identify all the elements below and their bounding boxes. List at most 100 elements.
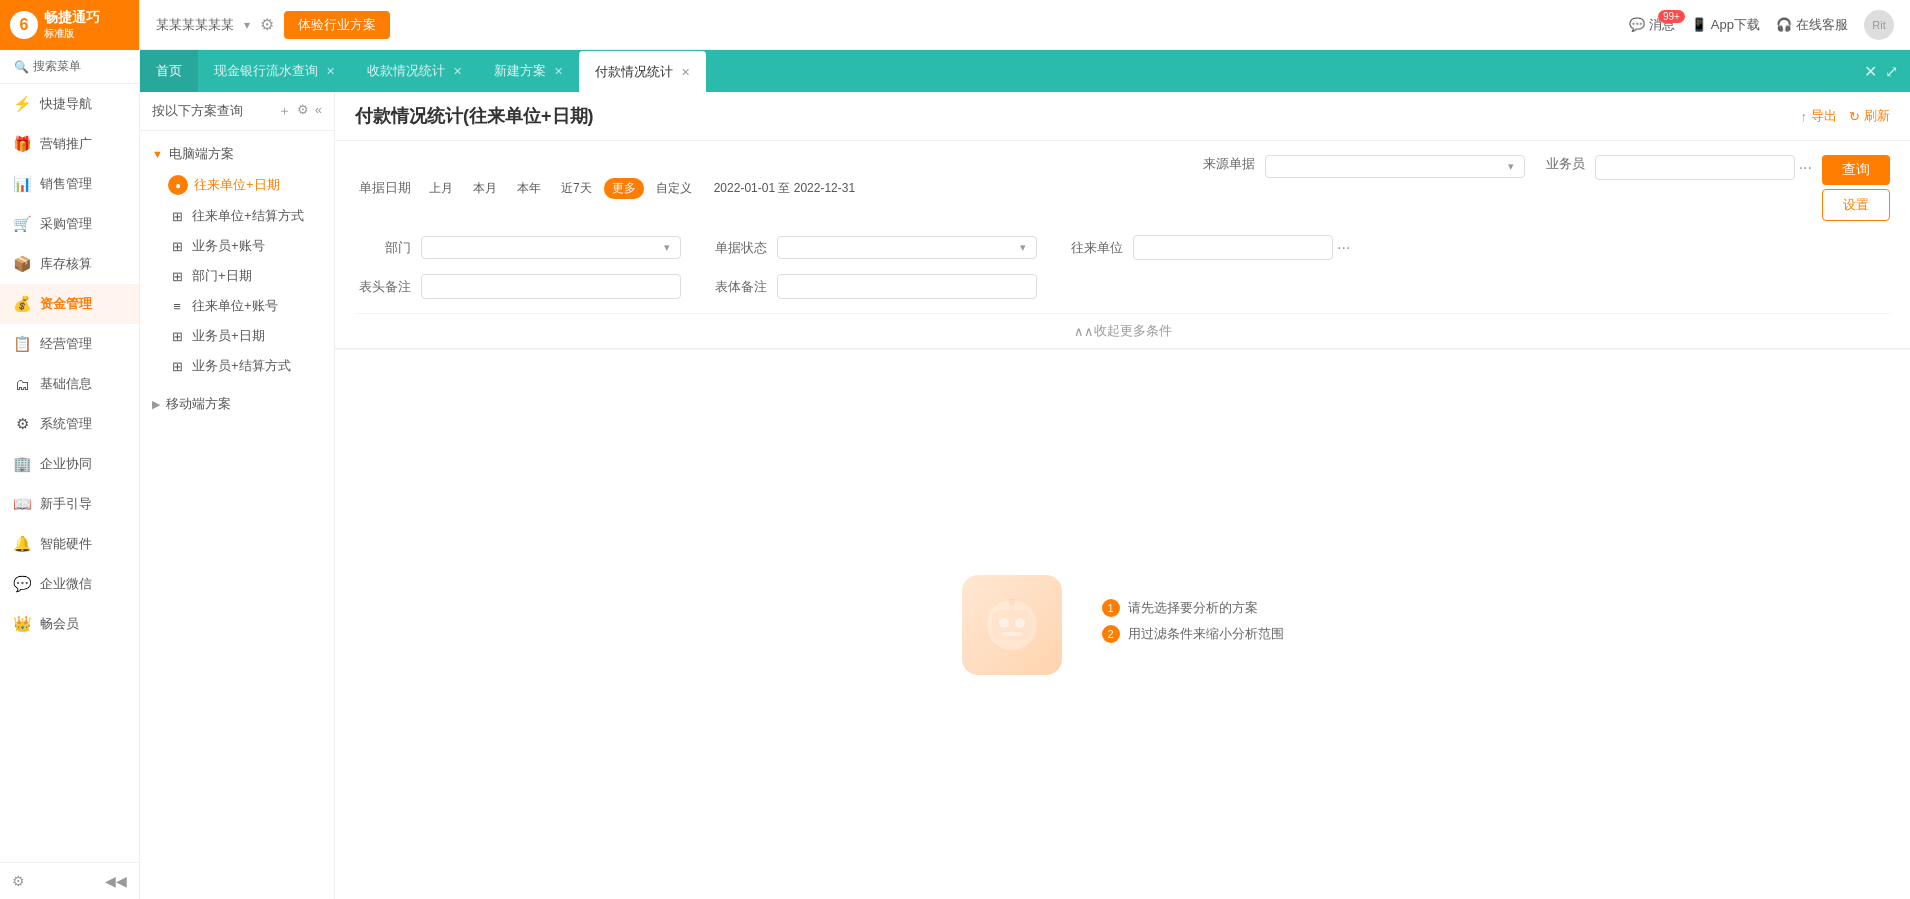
sidebar-item-operation[interactable]: 📋 经营管理 — [0, 324, 139, 364]
query-settings-group: 查询 设置 — [1822, 155, 1890, 221]
tree-item-partner-account[interactable]: ≡ 往来单位+账号 — [140, 291, 334, 321]
refresh-icon: ↻ — [1849, 109, 1860, 124]
tree-item-staff-account[interactable]: ⊞ 业务员+账号 — [140, 231, 334, 261]
sidebar-item-vip[interactable]: 👑 畅会员 — [0, 604, 139, 644]
sidebar-item-newbie[interactable]: 📖 新手引导 — [0, 484, 139, 524]
tree-item-staff-date[interactable]: ⊞ 业务员+日期 — [140, 321, 334, 351]
sidebar-item-inventory[interactable]: 📦 库存核算 — [0, 244, 139, 284]
sidebar-item-label: 新手引导 — [40, 495, 92, 513]
tree-item-dept-date[interactable]: ⊞ 部门+日期 — [140, 261, 334, 291]
tree-item-label: 业务员+账号 — [192, 237, 265, 255]
date-range-text: 2022-01-01 至 2022-12-31 — [714, 180, 855, 197]
company-dropdown-arrow[interactable]: ▾ — [244, 18, 250, 32]
tab-bank-flow[interactable]: 现金银行流水查询 ✕ — [198, 50, 351, 92]
message-btn[interactable]: 💬 消息 99+ — [1629, 16, 1675, 34]
sidebar-item-sales[interactable]: 📊 销售管理 — [0, 164, 139, 204]
doc-status-filter-label: 单据状态 — [711, 239, 767, 257]
tab-new-plan-close[interactable]: ✕ — [554, 65, 563, 78]
date-tab-this-year[interactable]: 本年 — [509, 178, 549, 199]
company-name: 某某某某某某 — [156, 16, 234, 34]
refresh-btn[interactable]: ↻ 刷新 — [1849, 107, 1890, 125]
plan-settings-icon[interactable]: ⚙ — [297, 102, 309, 120]
tab-payment-stat-close[interactable]: ✕ — [453, 65, 462, 78]
tab-new-plan-label: 新建方案 — [494, 62, 546, 80]
sidebar-collapse-btn[interactable]: ◀◀ — [105, 873, 127, 889]
empty-hints: 1 请先选择要分析的方案 2 用过滤条件来缩小分析范围 — [1102, 599, 1284, 651]
collapse-panel-icon[interactable]: « — [315, 102, 322, 120]
sidebar-item-weixin[interactable]: 💬 企业微信 — [0, 564, 139, 604]
online-service-btn[interactable]: 🎧 在线客服 — [1776, 16, 1848, 34]
query-button[interactable]: 查询 — [1822, 155, 1890, 185]
collapse-sidebar-icon: ◀◀ — [105, 873, 127, 889]
sidebar-item-capital[interactable]: 💰 资金管理 — [0, 284, 139, 324]
robot-svg — [982, 595, 1042, 655]
left-panel-title: 按以下方案查询 — [152, 102, 272, 120]
fullscreen-icon[interactable]: ⤢ — [1885, 62, 1898, 81]
collapse-filter-label: 收起更多条件 — [1094, 322, 1172, 340]
tree-item-partner-date[interactable]: ● 往来单位+日期 — [140, 169, 334, 201]
tab-pay-stat-close[interactable]: ✕ — [681, 66, 690, 79]
left-panel: 按以下方案查询 ＋ ⚙ « ▼ 电脑端方案 ● 往来单位+日期 ⊞ — [140, 92, 335, 899]
partner-input[interactable] — [1133, 235, 1333, 260]
date-tab-custom[interactable]: 自定义 — [648, 178, 700, 199]
sidebar-item-company-coop[interactable]: 🏢 企业协同 — [0, 444, 139, 484]
dept-select[interactable]: ▾ — [421, 236, 681, 259]
header-note-input[interactable] — [421, 274, 681, 299]
tree-item-partner-settle[interactable]: ⊞ 往来单位+结算方式 — [140, 201, 334, 231]
logo-title: 畅捷通巧 — [44, 9, 100, 27]
date-filter-label: 单据日期 — [355, 179, 411, 197]
date-tab-this-month[interactable]: 本月 — [465, 178, 505, 199]
settings-gear-icon: ⚙ — [12, 873, 25, 889]
date-tab-last-month[interactable]: 上月 — [421, 178, 461, 199]
filter-row-3: 表头备注 表体备注 — [355, 274, 1890, 299]
trial-btn[interactable]: 体验行业方案 — [284, 11, 390, 39]
table-icon-3: ⊞ — [168, 267, 186, 285]
partner-dots-btn[interactable]: ··· — [1337, 239, 1350, 257]
sidebar-item-smart-hw[interactable]: 🔔 智能硬件 — [0, 524, 139, 564]
sidebar-item-system[interactable]: ⚙ 系统管理 — [0, 404, 139, 444]
date-tab-more[interactable]: 更多 — [604, 178, 644, 199]
date-tab-7days[interactable]: 近7天 — [553, 178, 600, 199]
tree-item-label: 往来单位+结算方式 — [192, 207, 304, 225]
sidebar-item-marketing[interactable]: 🎁 营销推广 — [0, 124, 139, 164]
empty-hint-1: 1 请先选择要分析的方案 — [1102, 599, 1284, 617]
tree-arrow-down-icon: ▼ — [152, 148, 163, 160]
staff-dots-btn[interactable]: ··· — [1799, 159, 1812, 177]
topbar-gear-icon[interactable]: ⚙ — [260, 15, 274, 34]
close-all-tabs-icon[interactable]: ✕ — [1864, 62, 1877, 81]
body-note-input[interactable] — [777, 274, 1037, 299]
collapse-filter-btn[interactable]: ∧∧ 收起更多条件 — [355, 313, 1890, 348]
system-icon: ⚙ — [12, 414, 32, 434]
tab-bank-flow-close[interactable]: ✕ — [326, 65, 335, 78]
sidebar-settings-btn[interactable]: ⚙ — [12, 873, 25, 889]
bar-icon: ≡ — [168, 297, 186, 315]
tab-payment-stat[interactable]: 收款情况统计 ✕ — [351, 50, 478, 92]
tree-parent-desktop[interactable]: ▼ 电脑端方案 — [140, 139, 334, 169]
left-panel-icons: ＋ ⚙ « — [278, 102, 322, 120]
app-download-btn[interactable]: 📱 App下载 — [1691, 16, 1760, 34]
doc-status-select[interactable]: ▾ — [777, 236, 1037, 259]
sidebar-item-purchase[interactable]: 🛒 采购管理 — [0, 204, 139, 244]
sidebar-item-quick-nav[interactable]: ⚡ 快捷导航 — [0, 84, 139, 124]
tree-item-label: 部门+日期 — [192, 267, 252, 285]
tree-item-staff-settle[interactable]: ⊞ 业务员+结算方式 — [140, 351, 334, 381]
sidebar-search[interactable]: 🔍 搜索菜单 — [0, 50, 139, 84]
filter-area: 单据日期 上月 本月 本年 近7天 更多 自定义 2022-01-01 至 20… — [335, 141, 1910, 349]
tab-new-plan[interactable]: 新建方案 ✕ — [478, 50, 579, 92]
tab-pay-stat[interactable]: 付款情况统计 ✕ — [579, 51, 706, 93]
staff-input[interactable] — [1595, 155, 1795, 180]
sidebar-logo: 6 畅捷通巧 标准版 — [0, 0, 139, 50]
tab-home[interactable]: 首页 — [140, 50, 198, 92]
avatar[interactable]: Rit — [1864, 10, 1894, 40]
sidebar-item-base-info[interactable]: 🗂 基础信息 — [0, 364, 139, 404]
hint-text-1: 请先选择要分析的方案 — [1128, 599, 1258, 617]
source-select[interactable]: ▾ — [1265, 155, 1525, 178]
marketing-icon: 🎁 — [12, 134, 32, 154]
tree-section-mobile[interactable]: ▶ 移动端方案 — [140, 389, 334, 419]
table-icon-1: ⊞ — [168, 207, 186, 225]
add-plan-icon[interactable]: ＋ — [278, 102, 291, 120]
settings-button[interactable]: 设置 — [1822, 189, 1890, 221]
export-btn[interactable]: ↑ 导出 — [1801, 107, 1838, 125]
message-icon: 💬 — [1629, 17, 1645, 32]
tree-section-desktop: ▼ 电脑端方案 ● 往来单位+日期 ⊞ 往来单位+结算方式 ⊞ 业务员+账号 — [140, 131, 334, 389]
